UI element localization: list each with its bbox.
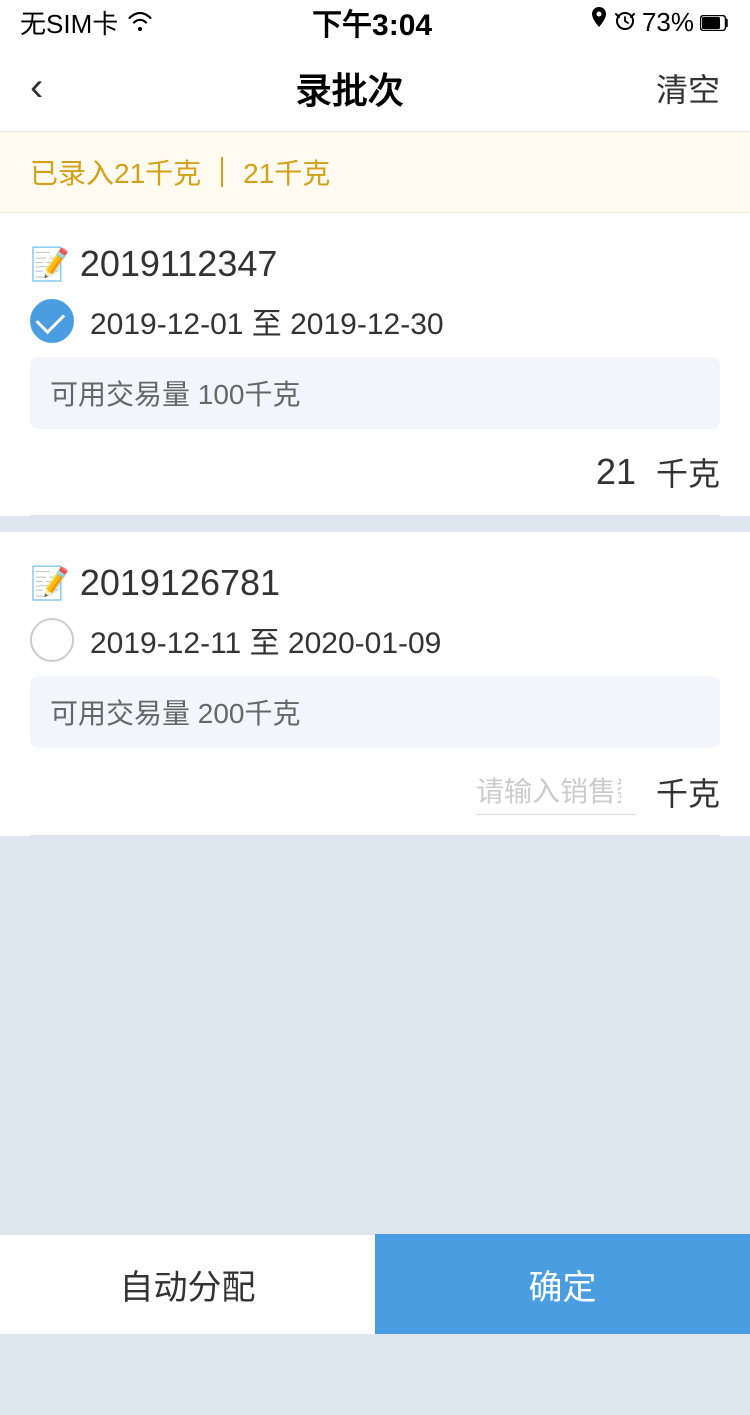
batch-row-2: 2019-12-11 至 2020-01-09: [30, 618, 720, 662]
page-title: 录批次: [296, 62, 404, 114]
status-left: 无SIM卡: [20, 4, 154, 41]
batch-amount-value-1: 21: [596, 451, 636, 493]
batch-available-2: 可用交易量 200千克: [30, 676, 720, 748]
status-time: 下午3:04: [312, 0, 432, 44]
battery-label: 73%: [642, 7, 694, 38]
battery-icon: [700, 7, 730, 38]
doc-icon-2: 📝: [30, 564, 70, 602]
recorded-label: 已录入21千克: [30, 152, 201, 192]
batch-available-1: 可用交易量 100千克: [30, 357, 720, 429]
batch-number-2: 2019126781: [80, 562, 280, 604]
batch-checkbox-1[interactable]: [30, 299, 74, 343]
batch-header-2: 📝 2019126781: [30, 562, 720, 604]
recorded-value: 21千克: [243, 152, 330, 192]
clear-button[interactable]: 清空: [656, 65, 720, 111]
batch-checkbox-2[interactable]: [30, 618, 74, 662]
batch-unit-2: 千克: [656, 769, 720, 815]
cards-wrapper: 📝 2019112347 2019-12-01 至 2019-12-30 可用交…: [0, 213, 750, 836]
back-button[interactable]: ‹: [30, 65, 43, 110]
batch-amount-row-2: 千克: [30, 768, 720, 835]
batch-unit-1: 千克: [656, 449, 720, 495]
status-bar: 无SIM卡 下午3:04 73%: [0, 0, 750, 44]
nav-bar: ‹ 录批次 清空: [0, 44, 750, 132]
info-divider: [221, 157, 223, 187]
bottom-bar: 自动分配 确定: [0, 1234, 750, 1334]
alarm-icon: [614, 7, 636, 38]
auto-distribute-button[interactable]: 自动分配: [0, 1234, 375, 1334]
batch-date-1: 2019-12-01 至 2019-12-30: [90, 299, 444, 343]
carrier-label: 无SIM卡: [20, 4, 118, 41]
batch-amount-row-1: 21 千克: [30, 449, 720, 515]
status-right: 73%: [590, 7, 730, 38]
batch-card-2: 📝 2019126781 2019-12-11 至 2020-01-09 可用交…: [0, 516, 750, 836]
batch-number-1: 2019112347: [80, 243, 278, 285]
confirm-button[interactable]: 确定: [375, 1234, 750, 1334]
wifi-icon: [126, 7, 154, 38]
location-icon: [590, 7, 608, 38]
batch-date-2: 2019-12-11 至 2020-01-09: [90, 618, 441, 662]
batch-card-1: 📝 2019112347 2019-12-01 至 2019-12-30 可用交…: [0, 213, 750, 516]
batch-header-1: 📝 2019112347: [30, 243, 720, 285]
batch-row-1: 2019-12-01 至 2019-12-30: [30, 299, 720, 343]
batch-amount-input-2[interactable]: [476, 768, 636, 815]
info-banner: 已录入21千克 21千克: [0, 132, 750, 213]
doc-icon-1: 📝: [30, 245, 70, 283]
